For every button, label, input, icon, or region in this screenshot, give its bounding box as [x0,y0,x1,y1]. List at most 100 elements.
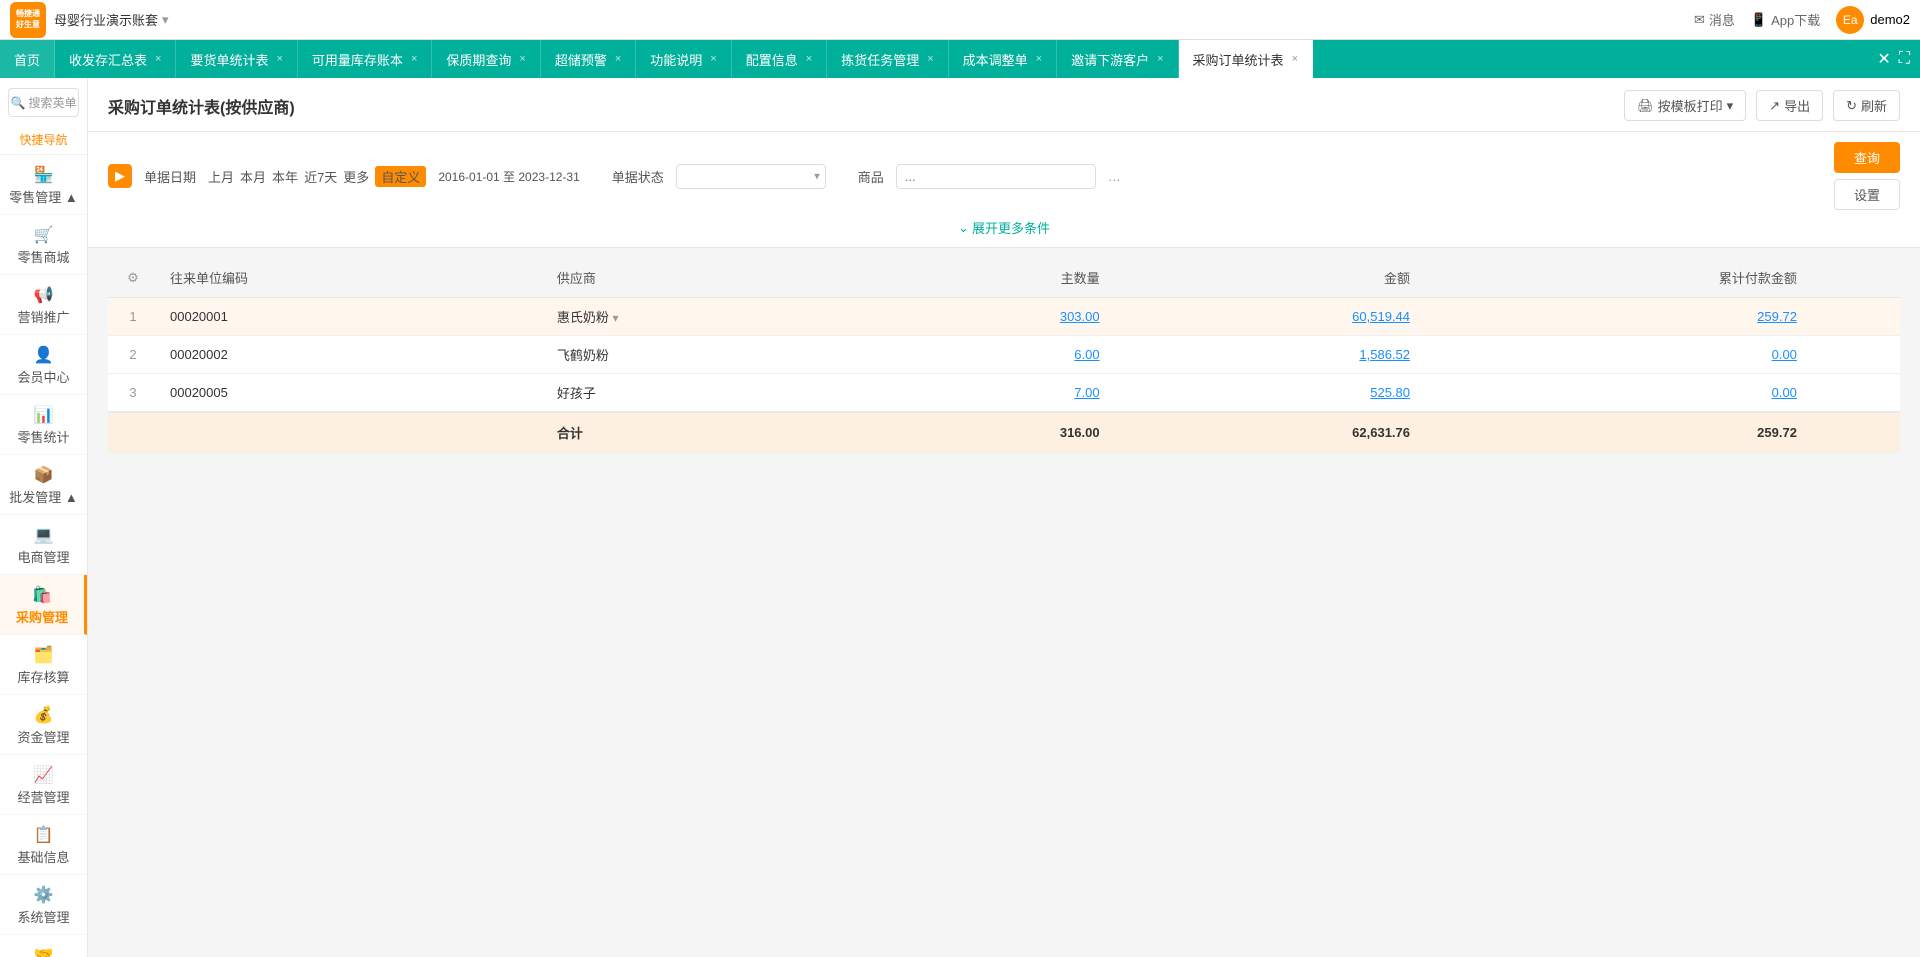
status-select[interactable] [676,164,826,189]
sidebar-item-marketing[interactable]: 📢 营销推广 [0,275,87,335]
row-quantity-2[interactable]: 6.00 [870,336,1112,374]
goods-input[interactable] [896,164,1096,189]
footer-extra [1809,412,1900,453]
sidebar-item-label: 零售商城 [17,250,69,265]
table-header-row: ⚙ 往来单位编码 供应商 主数量 金额 累计付款金额 [108,258,1900,298]
sidebar-item-wholesale-mgmt[interactable]: 📦 批发管理 ▲ [0,455,87,515]
shortcut-this-year[interactable]: 本年 [272,167,298,186]
tab-cost-adjust[interactable]: 成本调整单 × [949,40,1057,78]
tab-receive-send-close[interactable]: × [155,53,161,65]
row-paid-1[interactable]: 259.72 [1422,298,1809,336]
message-action[interactable]: ✉ 消息 [1694,10,1735,29]
tab-available-stock-close[interactable]: × [411,53,417,65]
tab-function-desc-label: 功能说明 [650,50,702,69]
col-quantity: 主数量 [870,258,1112,298]
tab-config-info[interactable]: 配置信息 × [732,40,827,78]
row-quantity-1[interactable]: 303.00 [870,298,1112,336]
tab-task-mgmt[interactable]: 拣货任务管理 × [827,40,948,78]
row-code-1: 00020001 [158,298,545,336]
quick-nav-link[interactable]: 快捷导航 [19,133,67,147]
goods-label: 商品 [858,167,884,186]
finance-icon: 💰 [0,705,87,725]
shortcut-7days[interactable]: 近7天 [304,167,337,186]
print-button[interactable]: 🖨 按模板打印 ▾ [1624,90,1746,121]
workspace-arrow: ▾ [162,12,169,28]
expand-more-button[interactable]: ⌄ 展开更多条件 [958,218,1050,237]
sidebar-item-ecommerce[interactable]: 💻 电商管理 [0,515,87,575]
user-info[interactable]: Ea demo2 [1836,6,1910,34]
tab-config-info-label: 配置信息 [746,50,798,69]
sidebar-item-operation-mgmt[interactable]: 📈 经营管理 [0,755,87,815]
retail-stats-icon: 📊 [0,405,87,425]
search-button[interactable]: 🔍 搜索英单 [8,88,79,117]
sidebar-item-label: 营销推广 [17,310,69,325]
tab-shelf-life[interactable]: 保质期查询 × [432,40,540,78]
row-amount-3[interactable]: 525.80 [1112,374,1422,413]
sidebar-item-retail-stats[interactable]: 📊 零售统计 [0,395,87,455]
download-action[interactable]: 📱 App下载 [1751,10,1820,29]
sidebar-item-inventory-check[interactable]: 🗂️ 库存核算 [0,635,87,695]
top-bar: 畅捷通好生意 母婴行业演示账套 ▾ ✉ 消息 📱 App下载 Ea demo2 [0,0,1920,40]
tab-purchase-order-stats-close[interactable]: × [1292,53,1298,65]
footer-empty-2 [158,412,545,453]
system-mgmt-icon: ⚙️ [0,885,87,905]
row-extra-1 [1809,298,1900,336]
sidebar-item-enterprise-coop[interactable]: 🤝 企业协同 [0,935,87,957]
sidebar-item-retail-mgmt[interactable]: 🏪 零售管理 ▲ [0,155,87,215]
row-quantity-3[interactable]: 7.00 [870,374,1112,413]
tab-available-stock-label: 可用量库存账本 [312,50,403,69]
tab-purchase-order-stats[interactable]: 采购订单统计表 × [1179,40,1313,78]
row-supplier-1: 惠氏奶粉 ▾ [545,298,870,336]
filter-row-1: ▶ 单据日期 上月 本月 本年 近7天 更多 自定义 2016-01-01 至 … [108,142,1900,210]
column-settings-icon[interactable]: ⚙ [127,270,139,285]
close-tab-icon[interactable]: ✕ [1877,49,1890,69]
sidebar-item-basic-info[interactable]: 📋 基础信息 [0,815,87,875]
tab-invite-customer-close[interactable]: × [1157,53,1163,65]
quick-nav[interactable]: 快捷导航 [0,123,87,155]
row-amount-1[interactable]: 60,519.44 [1112,298,1422,336]
filter-toggle[interactable]: ▶ [108,164,132,188]
purchase-mgmt-icon: 🛍️ [0,585,84,605]
refresh-button[interactable]: ↻ 刷新 [1833,90,1900,121]
tab-purchase-stats[interactable]: 要货单统计表 × [176,40,297,78]
maximize-tab-icon[interactable]: ⛶ [1899,50,1910,68]
sidebar-item-retail-store[interactable]: 🛒 零售商城 [0,215,87,275]
inventory-check-icon: 🗂️ [0,645,87,665]
tab-shelf-life-close[interactable]: × [519,53,525,65]
tab-available-stock[interactable]: 可用量库存账本 × [298,40,432,78]
shortcut-last-month[interactable]: 上月 [208,167,234,186]
data-table: ⚙ 往来单位编码 供应商 主数量 金额 累计付款金额 1 00020001 [108,258,1900,453]
custom-badge[interactable]: 自定义 [375,166,426,187]
export-button[interactable]: ↗ 导出 [1756,90,1823,121]
tab-overstock-close[interactable]: × [615,53,621,65]
tab-receive-send[interactable]: 收发存汇总表 × [55,40,176,78]
tab-function-desc[interactable]: 功能说明 × [636,40,731,78]
tab-overstock[interactable]: 超储预警 × [541,40,636,78]
sidebar-item-member-center[interactable]: 👤 会员中心 [0,335,87,395]
col-supplier: 供应商 [545,258,870,298]
marketing-icon: 📢 [0,285,87,305]
query-button[interactable]: 查询 [1834,142,1900,173]
tab-task-mgmt-close[interactable]: × [927,53,933,65]
row-paid-3[interactable]: 0.00 [1422,374,1809,413]
shortcut-more[interactable]: 更多 [343,167,369,186]
sidebar-item-system-mgmt[interactable]: ⚙️ 系统管理 [0,875,87,935]
sidebar-item-purchase-mgmt[interactable]: 🛍️ 采购管理 [0,575,87,635]
shortcut-this-month[interactable]: 本月 [240,167,266,186]
goods-more-icon[interactable]: … [1108,169,1121,184]
tab-home[interactable]: 首页 [0,40,55,78]
tab-purchase-stats-close[interactable]: × [276,53,282,65]
row-extra-2 [1809,336,1900,374]
workspace-selector[interactable]: 母婴行业演示账套 ▾ [54,10,169,29]
row-amount-2[interactable]: 1,586.52 [1112,336,1422,374]
tab-function-desc-close[interactable]: × [710,53,716,65]
page-title: 采购订单统计表(按供应商) [108,94,295,118]
tab-config-info-close[interactable]: × [806,53,812,65]
tab-cost-adjust-close[interactable]: × [1036,53,1042,65]
sidebar-item-finance-mgmt[interactable]: 💰 资金管理 [0,695,87,755]
search-icon: 🔍 [11,96,26,110]
tab-home-label: 首页 [14,50,40,69]
row-paid-2[interactable]: 0.00 [1422,336,1809,374]
tab-invite-customer[interactable]: 邀请下游客户 × [1057,40,1178,78]
settings-button[interactable]: 设置 [1834,179,1900,210]
